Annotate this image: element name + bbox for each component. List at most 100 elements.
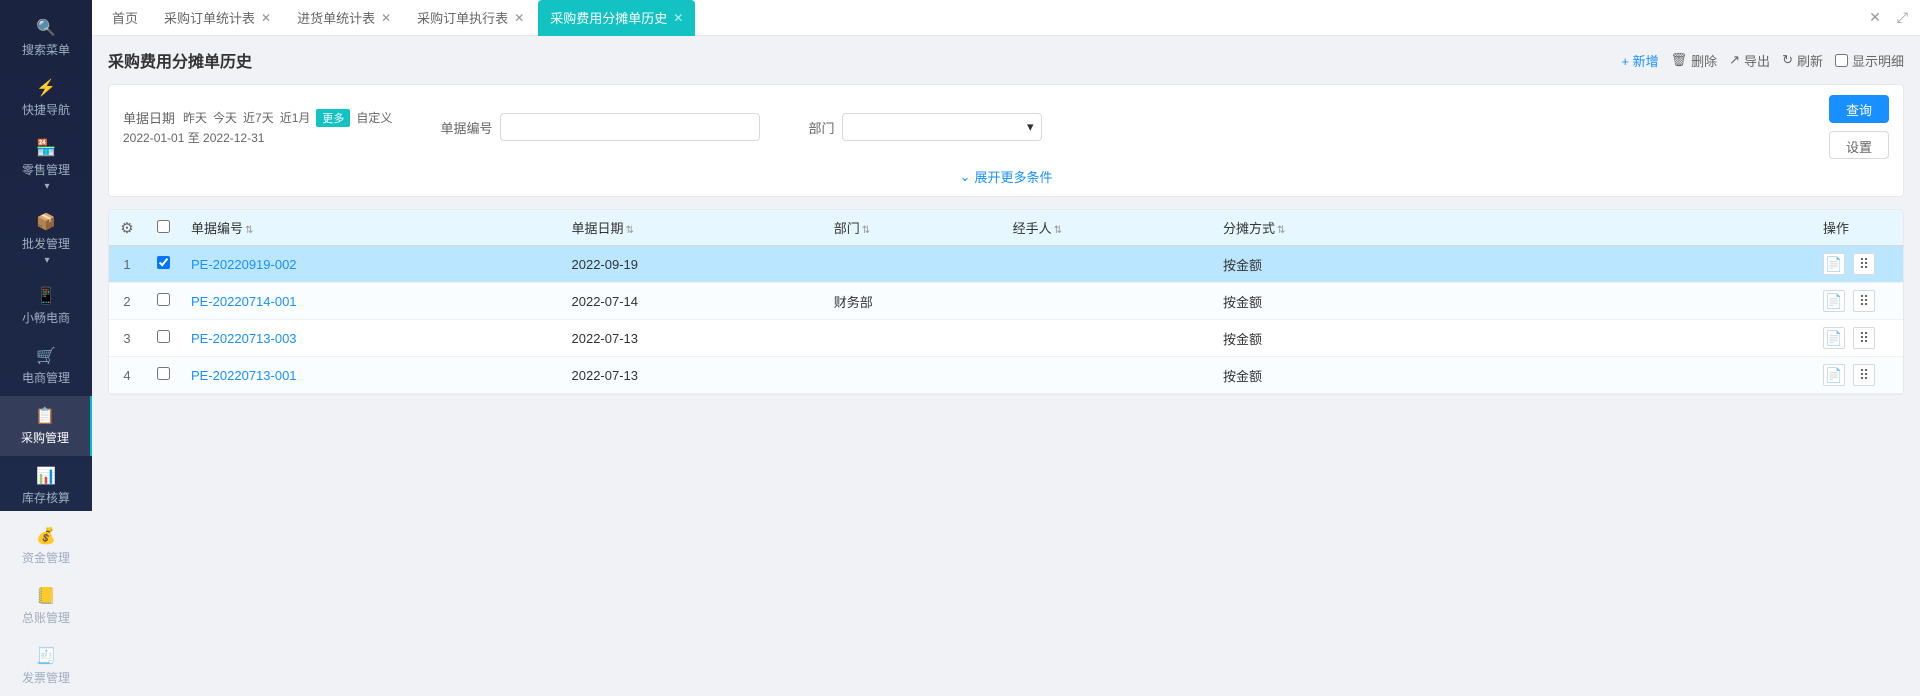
tab-purchase-order-exec[interactable]: 采购订单执行表✕ <box>405 0 536 36</box>
delete-button[interactable]: 🗑 删除 <box>1671 51 1718 70</box>
action-icons-0: 📄 ⠿ <box>1823 253 1893 275</box>
sidebar-label-inventory: 库存核算 <box>22 489 70 506</box>
tab-label-purchase-cost: 采购费用分摊单历史 <box>550 8 667 27</box>
show-cols-checkbox[interactable] <box>1835 54 1848 67</box>
row-splitmethod-2: 按金额 <box>1213 320 1813 357</box>
date-filter-group: 单据日期 昨天 今天 近7天 近1月 更多 自定义 2022-01-01 至 2… <box>123 108 392 146</box>
tab-close-purchase-cost[interactable]: ✕ <box>673 11 683 25</box>
row-docno-2: PE-20220713-003 <box>181 320 562 357</box>
sidebar-icon-ecommerce: 🛒 <box>36 346 56 366</box>
sidebar-item-finance[interactable]: 💰资金管理 <box>0 516 92 576</box>
expand-icon: ⌄ <box>960 169 971 185</box>
tab-purchase-order-stat[interactable]: 采购订单统计表 ✕ <box>152 0 283 36</box>
close-window-btn[interactable]: ✕ <box>1865 7 1885 28</box>
tab-label-home: 首页 <box>112 8 138 27</box>
tab-label-purchase-order-stat: 采购订单统计表 <box>164 8 255 27</box>
docno-label: 单据编号 <box>440 118 492 137</box>
sidebar-label-quicknav: 快捷导航 <box>22 101 70 118</box>
custom-btn[interactable]: 自定义 <box>356 109 392 126</box>
sidebar-item-invoice[interactable]: 🧾发票管理 <box>0 636 92 696</box>
add-button[interactable]: + 新增 <box>1621 51 1658 70</box>
docno-filter-group: 单据编号 <box>440 113 760 141</box>
more-icon-2[interactable]: ⠿ <box>1853 327 1875 349</box>
col-action-header: 操作 <box>1813 210 1903 246</box>
docdate-sort-icon[interactable]: ⇅ <box>626 225 634 236</box>
expand-more-btn[interactable]: ⌄ 展开更多条件 <box>960 167 1053 186</box>
yesterday-btn[interactable]: 昨天 <box>183 109 207 126</box>
sidebar-item-wholesale[interactable]: 📦批发管理▾ <box>0 202 92 276</box>
row-docno-link-0[interactable]: PE-20220919-002 <box>191 257 297 272</box>
dept-sort-icon[interactable]: ⇅ <box>862 225 870 236</box>
row-docno-0: PE-20220919-002 <box>181 246 562 283</box>
sidebar-label-wholesale: 批发管理 <box>22 235 70 252</box>
sidebar-item-retail[interactable]: 🏪零售管理▾ <box>0 128 92 202</box>
view-icon-3[interactable]: 📄 <box>1823 364 1845 386</box>
search-button[interactable]: 查询 <box>1829 95 1889 123</box>
view-icon-2[interactable]: 📄 <box>1823 327 1845 349</box>
sidebar-label-ecommerce: 电商管理 <box>22 369 70 386</box>
sidebar-label-finance: 资金管理 <box>22 549 70 566</box>
export-button[interactable]: ↗ 导出 <box>1729 51 1770 70</box>
tab-close-receipt-stat[interactable]: ✕ <box>381 11 391 25</box>
row-dept-0 <box>824 246 1003 283</box>
row-docno-link-1[interactable]: PE-20220714-001 <box>191 294 297 309</box>
sidebar-icon-purchase: 📋 <box>35 406 55 426</box>
row-checkbox-0[interactable] <box>157 256 170 269</box>
row-checkbox-1[interactable] <box>157 293 170 306</box>
row-docdate-3: 2022-07-13 <box>562 357 824 394</box>
more-icon-3[interactable]: ⠿ <box>1853 364 1875 386</box>
row-docno-link-2[interactable]: PE-20220713-003 <box>191 331 297 346</box>
sidebar-icon-ledger: 📒 <box>36 586 56 606</box>
dept-select[interactable]: ▾ <box>842 113 1042 141</box>
docno-sort-icon[interactable]: ⇅ <box>245 225 253 236</box>
sidebar-item-inventory[interactable]: 📊 库存核算 <box>0 456 92 516</box>
table-row: 1 PE-20220919-002 2022-09-19 按金额 📄 ⠿ <box>109 246 1903 283</box>
table-row: 4 PE-20220713-001 2022-07-13 按金额 📄 ⠿ <box>109 357 1903 394</box>
settings-button[interactable]: 设置 <box>1829 131 1889 159</box>
more-btn[interactable]: 更多 <box>316 109 350 127</box>
sidebar: 🔍搜索菜单⚡快捷导航🏪零售管理▾📦批发管理▾📱小畅电商 🛒 电商管理 📋 采购管理 📊 库存… <box>0 0 92 511</box>
tab-home[interactable]: 首页 <box>100 0 150 36</box>
select-all-checkbox[interactable] <box>157 220 170 233</box>
view-icon-1[interactable]: 📄 <box>1823 290 1845 312</box>
view-icon-0[interactable]: 📄 <box>1823 253 1845 275</box>
row-checkbox-cell-3 <box>145 357 181 394</box>
refresh-button[interactable]: ↻ 刷新 <box>1782 51 1823 70</box>
tab-purchase-cost[interactable]: 采购费用分摊单历史 ✕ <box>538 0 695 36</box>
col-splitmethod-header: 分摊方式⇅ <box>1213 210 1813 246</box>
tab-label-receipt-stat: 进货单统计表 <box>297 8 375 27</box>
docno-input[interactable] <box>500 113 760 141</box>
sidebar-item-quicknav[interactable]: ⚡快捷导航 <box>0 68 92 128</box>
sidebar-item-search[interactable]: 🔍搜索菜单 <box>0 8 92 68</box>
sidebar-icon-miniapp: 📱 <box>36 286 56 306</box>
row-handler-0 <box>1003 246 1213 283</box>
row-checkbox-cell-1 <box>145 283 181 320</box>
row-checkbox-3[interactable] <box>157 367 170 380</box>
sidebar-item-purchase[interactable]: 📋 采购管理 <box>0 396 92 456</box>
row-num-3: 4 <box>109 357 145 394</box>
sidebar-label-purchase: 采购管理 <box>21 429 69 446</box>
sidebar-icon-inventory: 📊 <box>36 466 56 486</box>
row-checkbox-2[interactable] <box>157 330 170 343</box>
export-icon: ↗ <box>1729 52 1740 68</box>
row-dept-1: 财务部 <box>824 283 1003 320</box>
last1month-btn[interactable]: 近1月 <box>280 109 311 126</box>
dept-dropdown-icon: ▾ <box>1027 119 1034 135</box>
sidebar-label-retail: 零售管理 <box>22 161 70 178</box>
maximize-btn[interactable]: ⤢ <box>1893 7 1912 28</box>
row-docno-link-3[interactable]: PE-20220713-001 <box>191 368 297 383</box>
sidebar-item-miniapp[interactable]: 📱小畅电商 <box>0 276 92 336</box>
col-settings-icon[interactable]: ⚙ <box>120 220 133 237</box>
tab-close-purchase-order-exec[interactable]: ✕ <box>514 11 524 25</box>
handler-sort-icon[interactable]: ⇅ <box>1054 225 1062 236</box>
more-icon-1[interactable]: ⠿ <box>1853 290 1875 312</box>
table-container: ⚙ 单据编号⇅ 单据日期⇅ 部门⇅ <box>108 209 1904 395</box>
sidebar-item-ecommerce[interactable]: 🛒 电商管理 <box>0 336 92 396</box>
tab-receipt-stat[interactable]: 进货单统计表 ✕ <box>285 0 403 36</box>
splitmethod-sort-icon[interactable]: ⇅ <box>1277 225 1285 236</box>
today-btn[interactable]: 今天 <box>213 109 237 126</box>
tab-close-purchase-order-stat[interactable]: ✕ <box>261 11 271 25</box>
sidebar-item-ledger[interactable]: 📒总账管理 <box>0 576 92 636</box>
last7days-btn[interactable]: 近7天 <box>243 109 274 126</box>
more-icon-0[interactable]: ⠿ <box>1853 253 1875 275</box>
